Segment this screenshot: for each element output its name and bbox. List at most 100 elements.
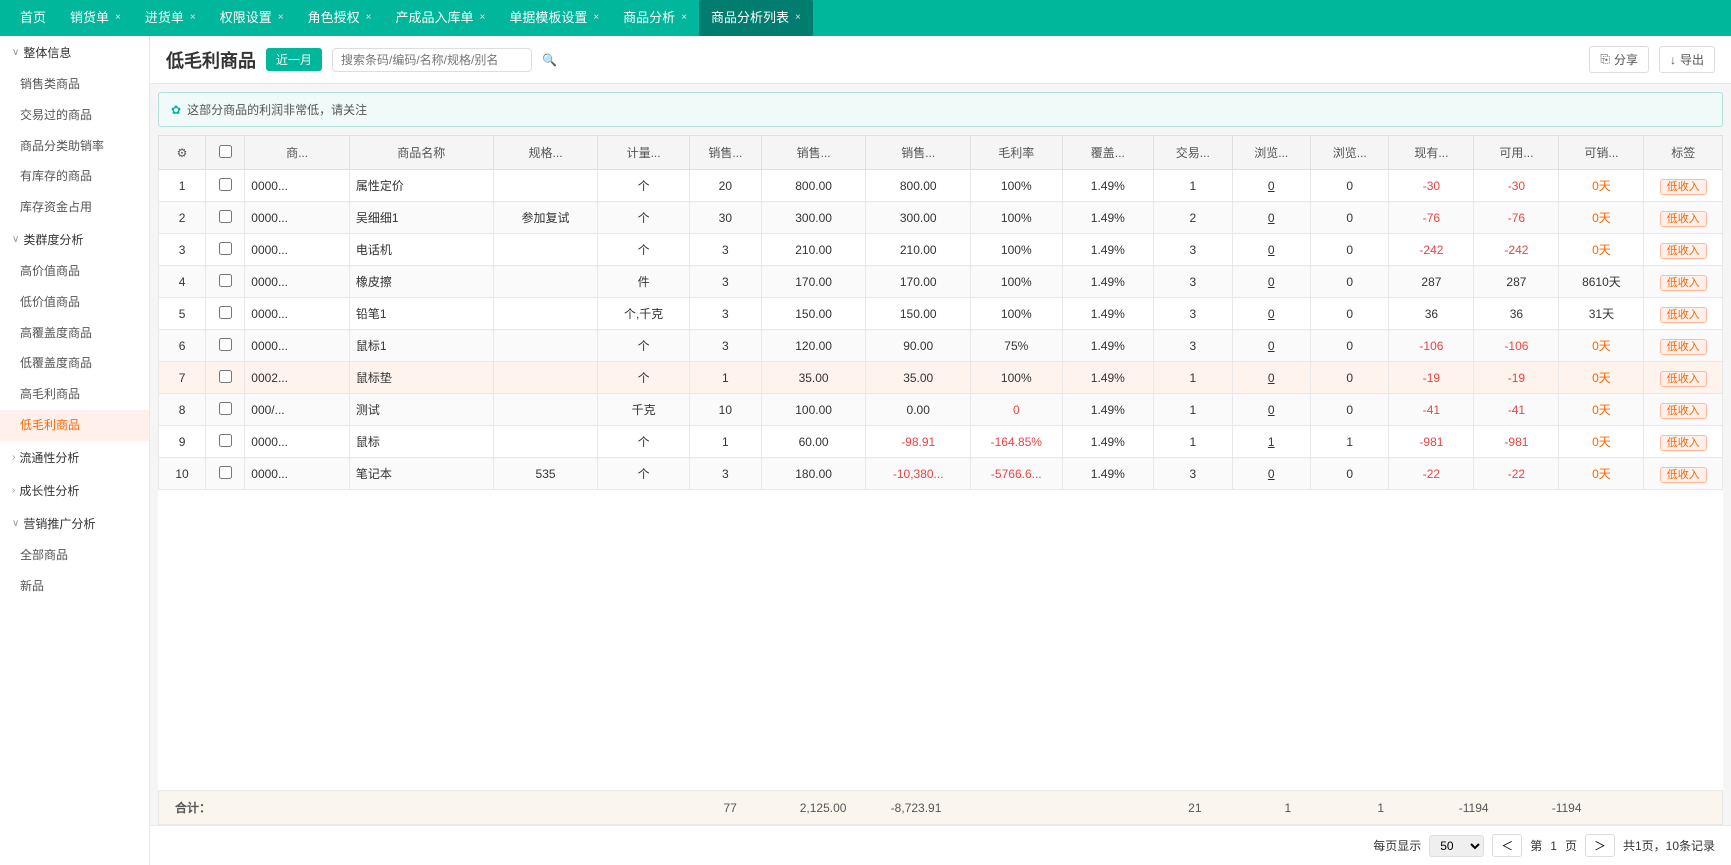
- col-spec[interactable]: 规格...: [493, 136, 598, 170]
- sidebar-group-title-cluster[interactable]: ∨ 类群度分析: [0, 223, 149, 256]
- row-check[interactable]: [206, 330, 245, 362]
- nav-sales-order[interactable]: 销货单 ×: [58, 0, 133, 36]
- sidebar-item-traded-products[interactable]: 交易过的商品: [0, 100, 149, 131]
- nav-product-analysis[interactable]: 商品分析 ×: [611, 0, 699, 36]
- row-checkbox[interactable]: [219, 210, 232, 223]
- row-name[interactable]: 鼠标1: [349, 330, 493, 362]
- col-product-code[interactable]: 商...: [245, 136, 350, 170]
- sidebar-item-low-value[interactable]: 低价值商品: [0, 287, 149, 318]
- sidebar-item-all-products[interactable]: 全部商品: [0, 540, 149, 571]
- row-name[interactable]: 吴细细1: [349, 202, 493, 234]
- row-checkbox[interactable]: [219, 242, 232, 255]
- row-name[interactable]: 属性定价: [349, 170, 493, 202]
- sidebar-item-category-rate[interactable]: 商品分类助销率: [0, 131, 149, 162]
- row-browse1[interactable]: 1: [1232, 426, 1310, 458]
- row-browse1[interactable]: 0: [1232, 330, 1310, 362]
- row-checkbox[interactable]: [219, 370, 232, 383]
- col-check[interactable]: [206, 136, 245, 170]
- row-checkbox[interactable]: [219, 274, 232, 287]
- col-avail-stock[interactable]: 可用...: [1474, 136, 1559, 170]
- sidebar-item-sales-products[interactable]: 销售类商品: [0, 69, 149, 100]
- row-browse1[interactable]: 0: [1232, 266, 1310, 298]
- search-input[interactable]: [332, 48, 532, 72]
- close-icon[interactable]: ×: [278, 0, 284, 36]
- sidebar-item-high-value[interactable]: 高价值商品: [0, 256, 149, 287]
- col-sale-days[interactable]: 可销...: [1559, 136, 1644, 170]
- nav-role-auth[interactable]: 角色授权 ×: [296, 0, 384, 36]
- row-checkbox[interactable]: [219, 434, 232, 447]
- row-check[interactable]: [206, 394, 245, 426]
- nav-product-analysis-list[interactable]: 商品分析列表 ×: [699, 0, 813, 36]
- row-name[interactable]: 橡皮擦: [349, 266, 493, 298]
- row-checkbox[interactable]: [219, 466, 232, 479]
- search-icon[interactable]: 🔍: [542, 53, 557, 67]
- row-name[interactable]: 笔记本: [349, 458, 493, 490]
- sidebar-group-title-marketing[interactable]: ∨ 营销推广分析: [0, 507, 149, 540]
- row-checkbox[interactable]: [219, 306, 232, 319]
- col-unit[interactable]: 计量...: [598, 136, 690, 170]
- col-sales-qty[interactable]: 销售...: [689, 136, 761, 170]
- row-checkbox[interactable]: [219, 178, 232, 191]
- nav-product-warehousing[interactable]: 产成品入库单 ×: [383, 0, 497, 36]
- row-browse1[interactable]: 0: [1232, 234, 1310, 266]
- share-button[interactable]: ⎘ 分享: [1589, 46, 1649, 73]
- close-icon[interactable]: ×: [593, 0, 599, 36]
- close-icon[interactable]: ×: [190, 0, 196, 36]
- col-browse1[interactable]: 浏览...: [1232, 136, 1310, 170]
- nav-home[interactable]: 首页: [8, 0, 58, 36]
- col-gross-rate[interactable]: 毛利率: [971, 136, 1063, 170]
- sidebar-group-title-flow[interactable]: › 流通性分析: [0, 441, 149, 474]
- close-icon[interactable]: ×: [115, 0, 121, 36]
- sidebar-item-high-coverage[interactable]: 高覆盖度商品: [0, 318, 149, 349]
- next-page-button[interactable]: ＞: [1585, 834, 1615, 857]
- sidebar-item-high-gross[interactable]: 高毛利商品: [0, 379, 149, 410]
- export-button[interactable]: ↓ 导出: [1659, 46, 1715, 73]
- col-product-name[interactable]: 商品名称: [349, 136, 493, 170]
- col-gear[interactable]: ⚙: [159, 136, 206, 170]
- row-name[interactable]: 鼠标: [349, 426, 493, 458]
- row-check[interactable]: [206, 298, 245, 330]
- nav-template-settings[interactable]: 单据模板设置 ×: [497, 0, 611, 36]
- sidebar-item-low-coverage[interactable]: 低覆盖度商品: [0, 348, 149, 379]
- col-trade[interactable]: 交易...: [1154, 136, 1232, 170]
- col-coverage[interactable]: 覆盖...: [1062, 136, 1154, 170]
- col-browse2[interactable]: 浏览...: [1310, 136, 1388, 170]
- row-check[interactable]: [206, 362, 245, 394]
- sidebar-group-title-growth[interactable]: › 成长性分析: [0, 474, 149, 507]
- sidebar-item-new-products[interactable]: 新品: [0, 571, 149, 602]
- row-browse1[interactable]: 0: [1232, 202, 1310, 234]
- row-name[interactable]: 电话机: [349, 234, 493, 266]
- row-checkbox[interactable]: [219, 338, 232, 351]
- row-name[interactable]: 铅笔1: [349, 298, 493, 330]
- close-icon[interactable]: ×: [366, 0, 372, 36]
- close-icon[interactable]: ×: [681, 0, 687, 36]
- sidebar-item-in-stock[interactable]: 有库存的商品: [0, 161, 149, 192]
- row-check[interactable]: [206, 234, 245, 266]
- row-check[interactable]: [206, 170, 245, 202]
- nav-purchase-order[interactable]: 进货单 ×: [133, 0, 208, 36]
- col-current-stock[interactable]: 现有...: [1389, 136, 1474, 170]
- sidebar-item-low-gross[interactable]: 低毛利商品: [0, 410, 149, 441]
- row-browse1[interactable]: 0: [1232, 362, 1310, 394]
- prev-page-button[interactable]: ＜: [1492, 834, 1522, 857]
- row-browse1[interactable]: 0: [1232, 170, 1310, 202]
- row-check[interactable]: [206, 202, 245, 234]
- row-browse1[interactable]: 0: [1232, 298, 1310, 330]
- row-browse1[interactable]: 0: [1232, 458, 1310, 490]
- row-check[interactable]: [206, 458, 245, 490]
- col-sales-cost[interactable]: 销售...: [866, 136, 971, 170]
- sidebar-group-title-overall[interactable]: ∨ 整体信息: [0, 36, 149, 69]
- row-name[interactable]: 鼠标垫: [349, 362, 493, 394]
- close-icon[interactable]: ×: [479, 0, 485, 36]
- page-size-select[interactable]: 50 100 200: [1429, 835, 1484, 857]
- row-browse1[interactable]: 0: [1232, 394, 1310, 426]
- row-check[interactable]: [206, 426, 245, 458]
- nav-permission-settings[interactable]: 权限设置 ×: [208, 0, 296, 36]
- date-filter-button[interactable]: 近一月: [266, 48, 322, 71]
- row-check[interactable]: [206, 266, 245, 298]
- row-checkbox[interactable]: [219, 402, 232, 415]
- close-icon[interactable]: ×: [795, 0, 801, 36]
- row-name[interactable]: 测试: [349, 394, 493, 426]
- col-sales-price[interactable]: 销售...: [761, 136, 866, 170]
- select-all-checkbox[interactable]: [219, 145, 232, 158]
